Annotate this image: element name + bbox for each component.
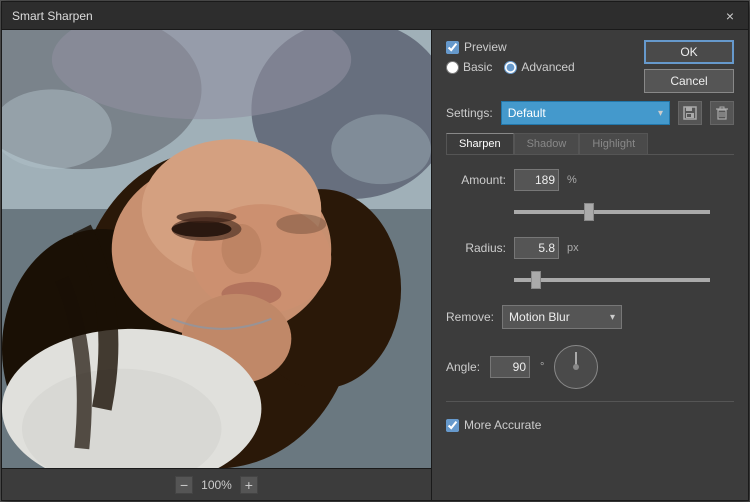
radius-slider-container	[514, 269, 710, 291]
tab-shadow[interactable]: Shadow	[514, 133, 580, 154]
more-accurate-row: More Accurate	[446, 418, 734, 432]
preview-panel: − 100% +	[2, 30, 432, 500]
delete-preset-button[interactable]	[710, 101, 734, 125]
settings-value: Default	[508, 106, 546, 120]
top-controls: Preview Basic Advanced	[446, 40, 734, 93]
separator	[446, 401, 734, 402]
angle-row: Angle: °	[446, 345, 734, 389]
basic-radio-item: Basic	[446, 60, 492, 74]
top-left-controls: Preview Basic Advanced	[446, 40, 632, 93]
dropdown-arrow-icon: ▾	[658, 108, 663, 119]
dialog-title: Smart Sharpen	[12, 9, 93, 23]
radius-unit: px	[567, 242, 583, 254]
remove-row: Remove: Motion Blur ▾	[446, 305, 734, 329]
remove-label: Remove:	[446, 310, 494, 324]
floppy-icon	[683, 106, 697, 120]
angle-label: Angle:	[446, 360, 480, 374]
advanced-radio-item: Advanced	[504, 60, 574, 74]
basic-label: Basic	[463, 60, 492, 74]
degree-symbol: °	[540, 361, 544, 373]
tab-sharpen[interactable]: Sharpen	[446, 133, 514, 154]
radius-slider-row	[446, 269, 734, 291]
angle-dial[interactable]	[554, 345, 598, 389]
more-accurate-checkbox[interactable]	[446, 419, 459, 432]
preview-label: Preview	[464, 40, 507, 54]
advanced-label: Advanced	[521, 60, 574, 74]
title-bar: Smart Sharpen ×	[2, 2, 748, 30]
close-button[interactable]: ×	[722, 8, 738, 24]
tab-highlight[interactable]: Highlight	[579, 133, 648, 154]
preview-checkbox-row: Preview	[446, 40, 632, 54]
remove-value: Motion Blur	[509, 310, 570, 324]
preview-checkbox[interactable]	[446, 41, 459, 54]
zoom-out-button[interactable]: −	[175, 476, 193, 494]
more-accurate-label: More Accurate	[464, 418, 541, 432]
radius-label: Radius:	[446, 241, 506, 255]
cancel-button[interactable]: Cancel	[644, 69, 734, 93]
amount-row: Amount: %	[446, 169, 734, 191]
dialog-body: − 100% + Preview Basi	[2, 30, 748, 500]
preview-footer: − 100% +	[2, 468, 431, 500]
remove-dropdown[interactable]: Motion Blur ▾	[502, 305, 622, 329]
zoom-level: 100%	[201, 478, 232, 492]
trash-icon	[715, 106, 729, 120]
ok-button[interactable]: OK	[644, 40, 734, 64]
controls-panel: Preview Basic Advanced	[432, 30, 748, 500]
dial-center-dot	[573, 364, 579, 370]
advanced-radio[interactable]	[504, 61, 517, 74]
smart-sharpen-dialog: Smart Sharpen ×	[1, 1, 749, 501]
top-right-controls: OK Cancel	[644, 40, 734, 93]
portrait-svg	[2, 30, 431, 468]
radius-slider[interactable]	[514, 278, 710, 282]
settings-dropdown[interactable]: Default ▾	[501, 101, 670, 125]
zoom-in-button[interactable]: +	[240, 476, 258, 494]
basic-radio[interactable]	[446, 61, 459, 74]
save-preset-button[interactable]	[678, 101, 702, 125]
tabs-row: Sharpen Shadow Highlight	[446, 133, 734, 155]
amount-input[interactable]	[514, 169, 559, 191]
angle-input[interactable]	[490, 356, 530, 378]
radius-input[interactable]	[514, 237, 559, 259]
amount-unit: %	[567, 174, 583, 186]
remove-dropdown-arrow-icon: ▾	[610, 312, 615, 323]
settings-label: Settings:	[446, 106, 493, 120]
amount-slider-row	[446, 201, 734, 223]
radius-row: Radius: px	[446, 237, 734, 259]
preview-image	[2, 30, 431, 468]
mode-radio-group: Basic Advanced	[446, 60, 632, 74]
amount-label: Amount:	[446, 173, 506, 187]
amount-slider[interactable]	[514, 210, 710, 214]
settings-row: Settings: Default ▾	[446, 101, 734, 125]
amount-slider-container	[514, 201, 710, 223]
